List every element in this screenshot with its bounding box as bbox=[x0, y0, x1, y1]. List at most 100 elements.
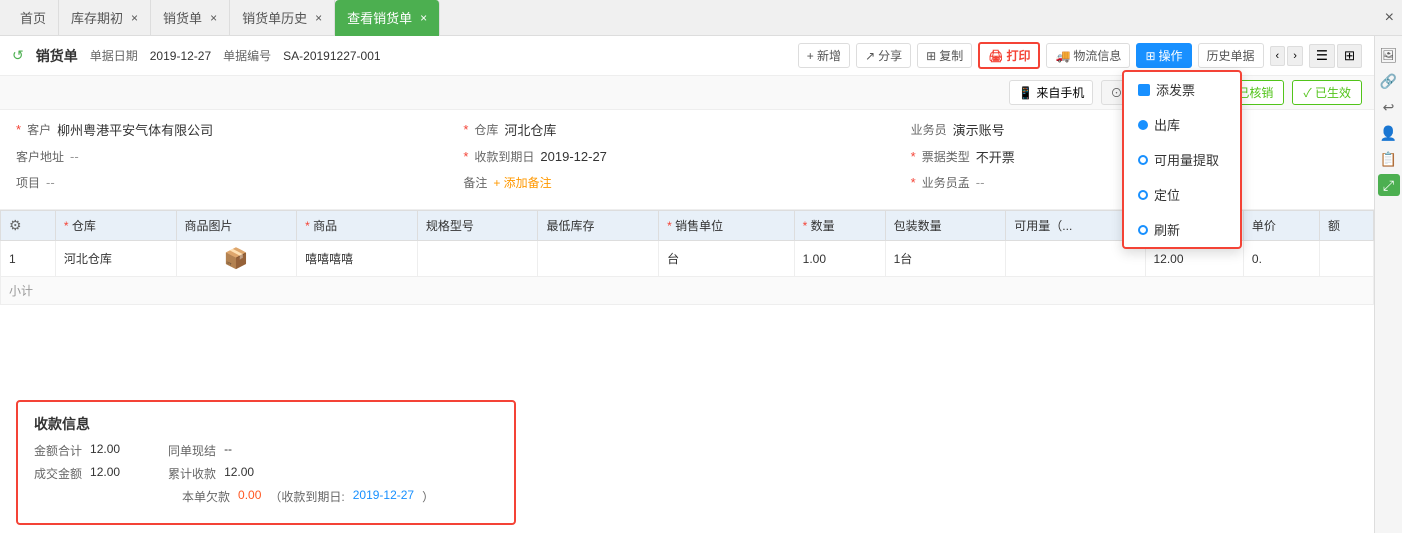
sidebar-reply-icon[interactable]: ↩ bbox=[1378, 96, 1400, 118]
row-qty: 1.00 bbox=[794, 241, 885, 277]
effect-label: 已生效 bbox=[1315, 86, 1351, 100]
sidebar-clipboard-icon[interactable]: 📋 bbox=[1378, 148, 1400, 170]
mobile-label: 来自手机 bbox=[1036, 86, 1084, 100]
window-close-icon[interactable]: × bbox=[1385, 9, 1394, 27]
add-invoice-icon bbox=[1138, 84, 1150, 96]
subtotal-row: 小计 bbox=[1, 277, 1374, 305]
view-grid[interactable]: ⊞ bbox=[1337, 44, 1362, 68]
customer-field: * 客户 柳州粤港平安气体有限公司 bbox=[16, 120, 463, 139]
total-field: 金额合计 12.00 bbox=[34, 442, 120, 459]
ticket-req: * bbox=[911, 149, 916, 164]
tab-sales[interactable]: 销货单 × bbox=[151, 0, 230, 36]
share-button[interactable]: ↗ 分享 bbox=[856, 43, 911, 68]
col-amount: 额 bbox=[1320, 211, 1374, 241]
copy-button[interactable]: ⊞ 复制 bbox=[917, 43, 972, 68]
tab-home-label: 首页 bbox=[20, 8, 46, 27]
total-label: 金额合计 bbox=[34, 442, 82, 459]
copy-icon: ⊞ bbox=[926, 49, 936, 63]
staff-label: 业务员 bbox=[911, 121, 947, 138]
view-list[interactable]: ☰ bbox=[1309, 44, 1335, 68]
note-label: 备注 bbox=[463, 174, 487, 191]
debt-close: ） bbox=[422, 488, 434, 505]
col-min-stock: 最低库存 bbox=[538, 211, 659, 241]
tab-inventory[interactable]: 库存期初 × bbox=[59, 0, 151, 36]
mobile-icon: 📱 bbox=[1018, 86, 1033, 100]
tab-bar: 首页 库存期初 × 销货单 × 销货单历史 × 查看销货单 × × bbox=[0, 0, 1402, 36]
toolbar-left: ↺ 销货单 单据日期 2019-12-27 单据编号 SA-20191227-0… bbox=[12, 46, 786, 66]
col-spec: 规格型号 bbox=[417, 211, 538, 241]
payment-row-2: 成交金额 12.00 累计收款 12.00 bbox=[34, 465, 498, 482]
copy-label: 复制 bbox=[939, 47, 963, 64]
debt-label: 本单欠款 bbox=[182, 488, 230, 505]
dropdown-menu: 添发票 出库 可用量提取 定位 刷新 bbox=[1122, 70, 1242, 249]
dropdown-outbound[interactable]: 出库 bbox=[1124, 107, 1240, 142]
col-product: * 商品 bbox=[297, 211, 418, 241]
payment-row-1: 金额合计 12.00 同单现结 -- bbox=[34, 442, 498, 459]
tab-sales-history[interactable]: 销货单历史 × bbox=[230, 0, 335, 36]
add-note-button[interactable]: + 添加备注 bbox=[493, 174, 551, 191]
mobile-button[interactable]: 📱 来自手机 bbox=[1009, 80, 1093, 105]
settlement-field: 同单现结 -- bbox=[168, 442, 232, 459]
outbound-icon bbox=[1138, 120, 1148, 130]
payment-info: 收款信息 金额合计 12.00 同单现结 -- 成交金额 12.00 累计收款 bbox=[16, 400, 516, 525]
nav-prev[interactable]: ‹ bbox=[1270, 46, 1286, 66]
not-open-icon: ⊙ bbox=[1110, 86, 1122, 100]
debt-date: 2019-12-27 bbox=[353, 488, 414, 505]
address-label: 客户地址 bbox=[16, 148, 64, 165]
sold-label: 已核销 bbox=[1237, 86, 1273, 100]
tab-inventory-close[interactable]: × bbox=[131, 11, 138, 25]
row-spec bbox=[417, 241, 538, 277]
transaction-label: 成交金额 bbox=[34, 465, 82, 482]
customer-req: * bbox=[16, 122, 21, 137]
sidebar-link-icon[interactable]: 🔗 bbox=[1378, 70, 1400, 92]
nav-next[interactable]: › bbox=[1287, 46, 1303, 66]
col-price: 单价 bbox=[1243, 211, 1319, 241]
dropdown-add-invoice[interactable]: 添发票 bbox=[1124, 72, 1240, 107]
share-label: 分享 bbox=[878, 47, 902, 64]
sales-staff-label: 业务员孟 bbox=[922, 174, 970, 191]
tab-view-sales-close[interactable]: × bbox=[420, 11, 427, 25]
grid-icon: ⊞ bbox=[1145, 49, 1155, 63]
print-button[interactable]: 🖨 打印 bbox=[978, 42, 1040, 69]
tab-sales-label: 销货单 bbox=[163, 8, 202, 27]
tab-sales-close[interactable]: × bbox=[210, 11, 217, 25]
dropdown-quantity-pick[interactable]: 可用量提取 bbox=[1124, 142, 1240, 177]
customer-value: 柳州粤港平安气体有限公司 bbox=[57, 120, 213, 139]
add-button[interactable]: + 新增 bbox=[798, 43, 850, 68]
debt-value: 0.00 bbox=[238, 488, 261, 505]
warehouse-req: * bbox=[463, 122, 468, 137]
row-warehouse: 河北仓库 bbox=[55, 241, 176, 277]
logistics-button[interactable]: 🚚 物流信息 bbox=[1046, 43, 1130, 68]
sidebar-image-icon[interactable]: 🖼 bbox=[1378, 44, 1400, 66]
project-label: 项目 bbox=[16, 174, 40, 191]
sidebar-expand-icon[interactable]: ⤢ bbox=[1378, 174, 1400, 196]
share-icon: ↗ bbox=[865, 49, 875, 63]
quantity-pick-label: 可用量提取 bbox=[1154, 150, 1219, 169]
address-value: -- bbox=[70, 149, 79, 164]
settlement-label: 同单现结 bbox=[168, 442, 216, 459]
operate-button[interactable]: ⊞ 操作 bbox=[1136, 43, 1191, 68]
tab-view-sales[interactable]: 查看销货单 × bbox=[335, 0, 440, 36]
toolbar-right: + 新增 ↗ 分享 ⊞ 复制 🖨 打印 🚚 物流信息 bbox=[798, 42, 1362, 69]
effect-button[interactable]: ✓ 已生效 bbox=[1292, 80, 1362, 105]
cumulative-value: 12.00 bbox=[224, 465, 254, 482]
history-button[interactable]: 历史单据 bbox=[1198, 43, 1264, 68]
payment-title: 收款信息 bbox=[34, 414, 498, 434]
dropdown-refresh[interactable]: 刷新 bbox=[1124, 212, 1240, 247]
right-sidebar: 🖼 🔗 ↩ 👤 📋 ⤢ bbox=[1374, 36, 1402, 533]
sidebar-user-icon[interactable]: 👤 bbox=[1378, 122, 1400, 144]
col-pack-qty: 包装数量 bbox=[885, 211, 1006, 241]
tab-inventory-label: 库存期初 bbox=[71, 8, 123, 27]
tab-sales-history-close[interactable]: × bbox=[315, 11, 322, 25]
refresh-label: 刷新 bbox=[1154, 220, 1180, 239]
tab-home[interactable]: 首页 bbox=[8, 0, 59, 36]
dropdown-locate[interactable]: 定位 bbox=[1124, 177, 1240, 212]
total-value: 12.00 bbox=[90, 442, 120, 459]
doc-title: 销货单 bbox=[36, 46, 78, 66]
col-warehouse: * 仓库 bbox=[55, 211, 176, 241]
add-invoice-label: 添发票 bbox=[1156, 80, 1195, 99]
settings-icon[interactable]: ⚙ bbox=[9, 217, 22, 233]
check-effect-icon: ✓ bbox=[1303, 86, 1311, 100]
row-no: 1 bbox=[1, 241, 56, 277]
date-label: 单据日期 bbox=[90, 47, 138, 64]
